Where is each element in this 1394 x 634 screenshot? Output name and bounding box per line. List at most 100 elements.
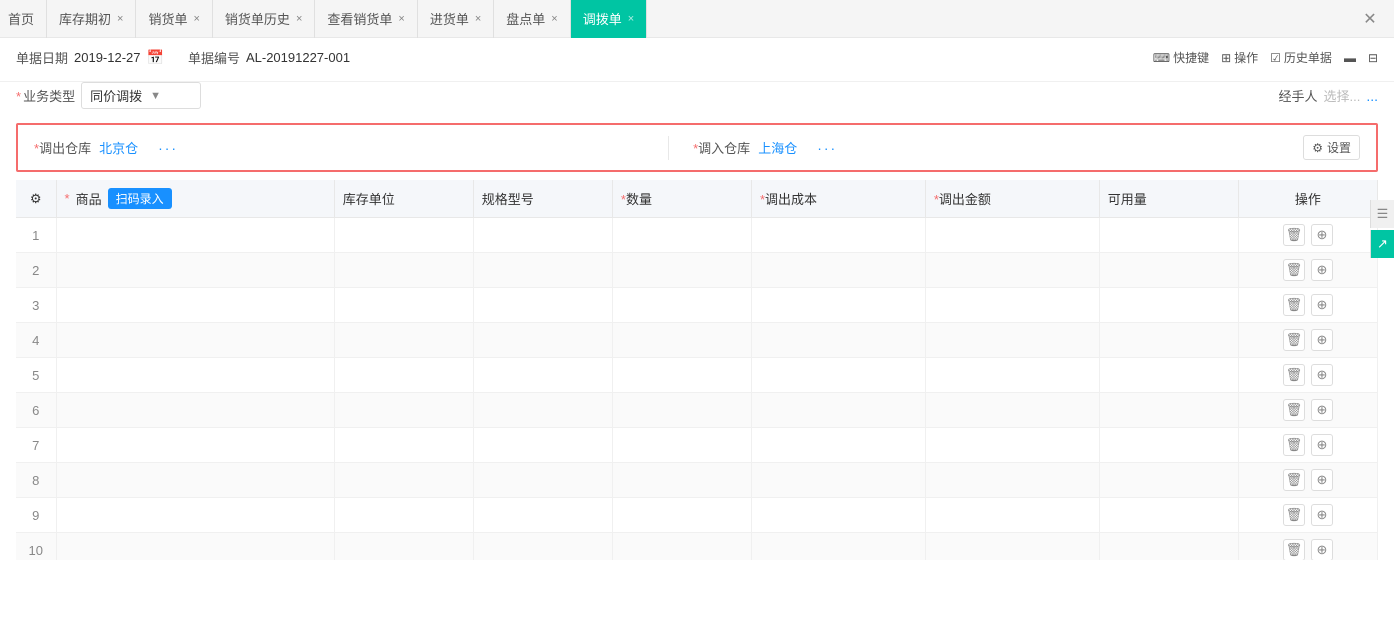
delete-row-button[interactable]: 🗑 [1283, 364, 1305, 386]
row-op-cell: 🗑 ⊕ [1238, 463, 1377, 498]
tab-initial-inventory[interactable]: 库存期初 × [47, 0, 136, 38]
delete-row-button[interactable]: 🗑 [1283, 434, 1305, 456]
tab-sales-order[interactable]: 销货单 × [136, 0, 212, 38]
copy-row-button[interactable]: ⊕ [1311, 259, 1333, 281]
copy-row-button[interactable]: ⊕ [1311, 364, 1333, 386]
tab-close-initial-inventory[interactable]: × [117, 13, 123, 25]
delete-row-button[interactable]: 🗑 [1283, 224, 1305, 246]
delete-row-button[interactable]: 🗑 [1283, 259, 1305, 281]
tab-close-sales-order[interactable]: × [193, 13, 199, 25]
copy-row-button[interactable]: ⊕ [1311, 504, 1333, 526]
warehouse-in-more[interactable]: ··· [817, 140, 837, 156]
warehouse-out-more[interactable]: ··· [158, 140, 178, 156]
row-cost-cell[interactable] [751, 218, 925, 253]
layout-list-button[interactable]: ▬ [1344, 51, 1356, 65]
row-goods-cell[interactable] [56, 428, 334, 463]
scan-barcode-button[interactable]: 扫码录入 [108, 188, 172, 209]
row-goods-cell[interactable] [56, 463, 334, 498]
row-cost-cell[interactable] [751, 323, 925, 358]
history-button[interactable]: ☑ 历史单据 [1270, 49, 1332, 66]
tab-transfer-order[interactable]: 调拨单 × [571, 0, 647, 38]
warehouse-out-label: *调出仓库 [34, 138, 91, 157]
copy-row-button[interactable]: ⊕ [1311, 539, 1333, 560]
tab-sales-history[interactable]: 销货单历史 × [213, 0, 315, 38]
row-goods-cell[interactable] [56, 393, 334, 428]
row-qty-cell[interactable] [612, 253, 751, 288]
row-cost-cell[interactable] [751, 533, 925, 561]
row-qty-cell[interactable] [612, 428, 751, 463]
row-cost-cell[interactable] [751, 463, 925, 498]
window-close-button[interactable]: ✕ [1354, 3, 1386, 35]
table-row: 6 🗑 ⊕ [16, 393, 1378, 428]
shortcut-key-button[interactable]: ⌨ 快捷键 [1153, 49, 1209, 66]
delete-row-button[interactable]: 🗑 [1283, 469, 1305, 491]
layout-grid-button[interactable]: ⊟ [1368, 51, 1378, 65]
row-unit-cell [334, 428, 473, 463]
calendar-icon[interactable]: 📅 [147, 49, 164, 66]
delete-row-button[interactable]: 🗑 [1283, 294, 1305, 316]
tab-close-transfer-order[interactable]: × [628, 13, 634, 25]
copy-row-button[interactable]: ⊕ [1311, 294, 1333, 316]
row-goods-cell[interactable] [56, 498, 334, 533]
warehouse-in-value[interactable]: 上海仓 [758, 138, 797, 157]
sidebar-expand-icon[interactable]: ↗ [1370, 230, 1394, 258]
row-goods-cell[interactable] [56, 358, 334, 393]
doc-number-label: 单据编号 [188, 48, 240, 67]
row-cost-cell[interactable] [751, 253, 925, 288]
copy-row-button[interactable]: ⊕ [1311, 434, 1333, 456]
row-qty-cell[interactable] [612, 393, 751, 428]
toolbar-right: ⌨ 快捷键 ⊞ 操作 ☑ 历史单据 ▬ ⊟ [1153, 49, 1378, 66]
row-goods-cell[interactable] [56, 288, 334, 323]
row-cost-cell[interactable] [751, 498, 925, 533]
tab-close-check-sales[interactable]: × [398, 13, 404, 25]
operation-button[interactable]: ⊞ 操作 [1221, 49, 1258, 66]
row-spec-cell [473, 218, 612, 253]
row-qty-cell[interactable] [612, 498, 751, 533]
delete-row-button[interactable]: 🗑 [1283, 399, 1305, 421]
copy-row-button[interactable]: ⊕ [1311, 329, 1333, 351]
gear-settings-icon[interactable]: ⚙ [30, 191, 42, 206]
row-goods-cell[interactable] [56, 253, 334, 288]
row-qty-cell[interactable] [612, 323, 751, 358]
tab-close-inventory-count[interactable]: × [551, 13, 557, 25]
delete-row-button[interactable]: 🗑 [1283, 329, 1305, 351]
sidebar-list-icon[interactable]: ☰ [1370, 200, 1394, 228]
agent-more-button[interactable]: ... [1366, 88, 1378, 104]
warehouse-divider [668, 136, 669, 160]
row-cost-cell[interactable] [751, 288, 925, 323]
tab-check-sales[interactable]: 查看销货单 × [315, 0, 417, 38]
tab-sales-history-label: 销货单历史 [225, 9, 290, 28]
table-row: 7 🗑 ⊕ [16, 428, 1378, 463]
copy-row-button[interactable]: ⊕ [1311, 399, 1333, 421]
row-qty-cell[interactable] [612, 358, 751, 393]
row-cost-cell[interactable] [751, 358, 925, 393]
row-unit-cell [334, 393, 473, 428]
row-goods-cell[interactable] [56, 323, 334, 358]
th-gear[interactable]: ⚙ [16, 180, 56, 218]
row-cost-cell[interactable] [751, 393, 925, 428]
row-goods-cell[interactable] [56, 218, 334, 253]
row-goods-cell[interactable] [56, 533, 334, 561]
row-qty-cell[interactable] [612, 288, 751, 323]
tab-inventory-count[interactable]: 盘点单 × [494, 0, 570, 38]
doc-date-value[interactable]: 2019-12-27 [74, 50, 141, 65]
agent-select[interactable]: 选择... [1323, 86, 1360, 105]
warehouse-out-value[interactable]: 北京仓 [99, 138, 138, 157]
delete-row-button[interactable]: 🗑 [1283, 539, 1305, 560]
row-qty-cell[interactable] [612, 533, 751, 561]
tab-inventory-count-label: 盘点单 [506, 9, 545, 28]
row-cost-cell[interactable] [751, 428, 925, 463]
tab-close-sales-history[interactable]: × [296, 13, 302, 25]
row-op-cell: 🗑 ⊕ [1238, 428, 1377, 463]
business-type-select[interactable]: 同价调拨 ▼ [81, 82, 201, 109]
row-qty-cell[interactable] [612, 463, 751, 498]
copy-row-button[interactable]: ⊕ [1311, 224, 1333, 246]
tab-close-purchase-order[interactable]: × [475, 13, 481, 25]
tab-purchase-order[interactable]: 进货单 × [418, 0, 494, 38]
row-qty-cell[interactable] [612, 218, 751, 253]
delete-row-button[interactable]: 🗑 [1283, 504, 1305, 526]
tab-home[interactable]: 首页 [8, 0, 47, 38]
settings-button[interactable]: ⚙ 设置 [1303, 135, 1360, 160]
copy-row-button[interactable]: ⊕ [1311, 469, 1333, 491]
row-spec-cell [473, 428, 612, 463]
